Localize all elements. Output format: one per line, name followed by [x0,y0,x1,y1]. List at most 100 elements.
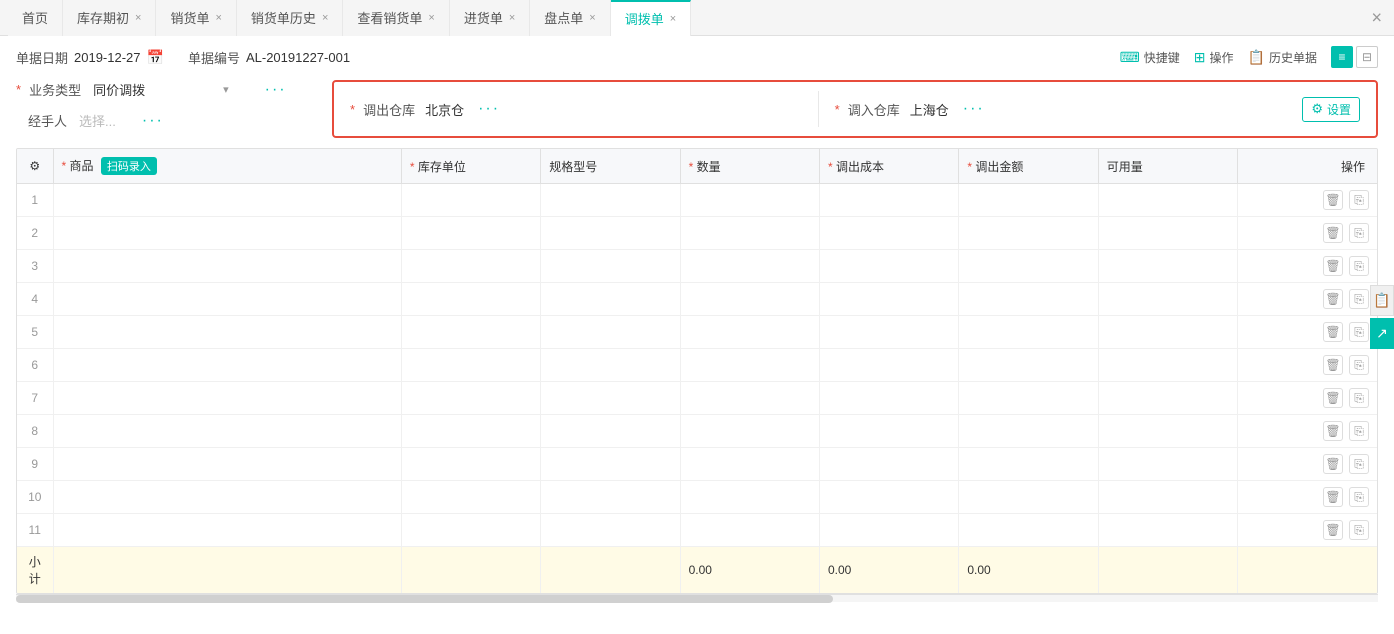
row-qty[interactable] [680,481,819,514]
operator-more[interactable]: ··· [142,112,164,130]
copy-row-button[interactable]: ⎘ [1349,190,1369,210]
row-qty[interactable] [680,217,819,250]
tab-sales-history-close[interactable]: × [322,12,328,24]
delete-row-button[interactable]: 🗑 [1323,388,1343,408]
row-qty[interactable] [680,283,819,316]
row-cost[interactable] [819,283,958,316]
delete-row-button[interactable]: 🗑 [1323,223,1343,243]
row-product[interactable] [53,217,401,250]
side-notes-button[interactable]: 📋 [1370,285,1394,316]
tab-stocktake[interactable]: 盘点单 × [530,0,610,36]
copy-row-button[interactable]: ⎘ [1349,223,1369,243]
settings-button[interactable]: ⚙ 设置 [1302,97,1360,122]
qty-col-label: 数量 [697,160,721,174]
row-cost[interactable] [819,184,958,217]
row-cost[interactable] [819,448,958,481]
row-product[interactable] [53,415,401,448]
tab-purchase-close[interactable]: × [509,12,515,24]
row-product[interactable] [53,382,401,415]
row-product[interactable] [53,514,401,547]
tab-inventory-init-close[interactable]: × [135,12,141,24]
delete-row-button[interactable]: 🗑 [1323,454,1343,474]
copy-row-button[interactable]: ⎘ [1349,322,1369,342]
tab-transfer[interactable]: 调拨单 × [611,0,691,36]
layout-list-button[interactable]: ≡ [1331,46,1353,68]
copy-row-button[interactable]: ⎘ [1349,454,1369,474]
row-qty[interactable] [680,349,819,382]
tab-sales-history[interactable]: 销货单历史 × [237,0,343,36]
row-number: 10 [17,481,53,514]
copy-row-button[interactable]: ⎘ [1349,388,1369,408]
tab-purchase[interactable]: 进货单 × [450,0,530,36]
tab-view-sales-close[interactable]: × [428,12,434,24]
row-product[interactable] [53,448,401,481]
shortcuts-button[interactable]: ⌨ 快捷键 [1120,49,1180,66]
operator-select[interactable]: 选择... [79,111,116,130]
tab-view-sales[interactable]: 查看销货单 × [343,0,449,36]
copy-row-button[interactable]: ⎘ [1349,421,1369,441]
row-qty[interactable] [680,415,819,448]
copy-row-button[interactable]: ⎘ [1349,289,1369,309]
delete-row-button[interactable]: 🗑 [1323,256,1343,276]
row-cost[interactable] [819,514,958,547]
delete-row-button[interactable]: 🗑 [1323,487,1343,507]
tab-inventory-init[interactable]: 库存期初 × [63,0,156,36]
row-qty[interactable] [680,448,819,481]
delete-row-button[interactable]: 🗑 [1323,520,1343,540]
warehouse-out-more[interactable]: ··· [478,100,500,118]
delete-row-button[interactable]: 🗑 [1323,421,1343,441]
window-close-button[interactable]: × [1367,3,1386,32]
warehouse-section: * 调出仓库 北京仓 ··· * 调入仓库 上海仓 ··· ⚙ 设置 [332,80,1378,138]
tab-transfer-close[interactable]: × [670,13,676,25]
operations-button[interactable]: ⊞ 操作 [1194,49,1234,66]
delete-row-button[interactable]: 🗑 [1323,322,1343,342]
business-type-more[interactable]: ··· [265,81,287,99]
row-spec [541,382,680,415]
row-product[interactable] [53,283,401,316]
row-qty[interactable] [680,250,819,283]
layout-grid-button[interactable]: ⊟ [1356,46,1378,68]
tab-stocktake-close[interactable]: × [589,12,595,24]
row-product[interactable] [53,349,401,382]
table-header-row: ⚙ * 商品 扫码录入 * 库存单位 规格型号 * 数量 [17,149,1377,184]
delete-row-button[interactable]: 🗑 [1323,190,1343,210]
business-type-arrow[interactable]: ▾ [223,83,229,96]
copy-row-button[interactable]: ⎘ [1349,487,1369,507]
row-cost[interactable] [819,382,958,415]
copy-row-button[interactable]: ⎘ [1349,520,1369,540]
th-settings[interactable]: ⚙ [17,149,53,184]
history-button[interactable]: 📋 历史单据 [1248,49,1317,66]
row-product[interactable] [53,316,401,349]
tab-home[interactable]: 首页 [8,0,63,36]
row-product[interactable] [53,250,401,283]
calendar-icon[interactable]: 📅 [147,49,164,66]
side-expand-button[interactable]: ↗ [1370,318,1394,349]
row-cost[interactable] [819,316,958,349]
row-cost[interactable] [819,415,958,448]
row-cost[interactable] [819,481,958,514]
row-qty[interactable] [680,514,819,547]
warehouse-out-value[interactable]: 北京仓 [425,100,464,119]
tab-purchase-label: 进货单 [464,8,503,27]
row-qty[interactable] [680,184,819,217]
warehouse-in-more[interactable]: ··· [963,100,985,118]
row-qty[interactable] [680,316,819,349]
tab-sales-order[interactable]: 销货单 × [156,0,236,36]
row-cost[interactable] [819,250,958,283]
delete-row-button[interactable]: 🗑 [1323,355,1343,375]
row-qty[interactable] [680,382,819,415]
row-product[interactable] [53,481,401,514]
row-cost[interactable] [819,349,958,382]
shortcuts-label: 快捷键 [1144,49,1180,66]
row-product[interactable] [53,184,401,217]
warehouse-in-value[interactable]: 上海仓 [910,100,949,119]
horizontal-scrollbar[interactable] [16,594,1378,602]
scan-input-button[interactable]: 扫码录入 [101,157,157,175]
tab-sales-order-close[interactable]: × [215,12,221,24]
delete-row-button[interactable]: 🗑 [1323,289,1343,309]
scrollbar-thumb[interactable] [16,595,833,603]
copy-row-button[interactable]: ⎘ [1349,256,1369,276]
row-cost[interactable] [819,217,958,250]
copy-row-button[interactable]: ⎘ [1349,355,1369,375]
business-type-select[interactable]: 同价调拨 [93,80,213,99]
